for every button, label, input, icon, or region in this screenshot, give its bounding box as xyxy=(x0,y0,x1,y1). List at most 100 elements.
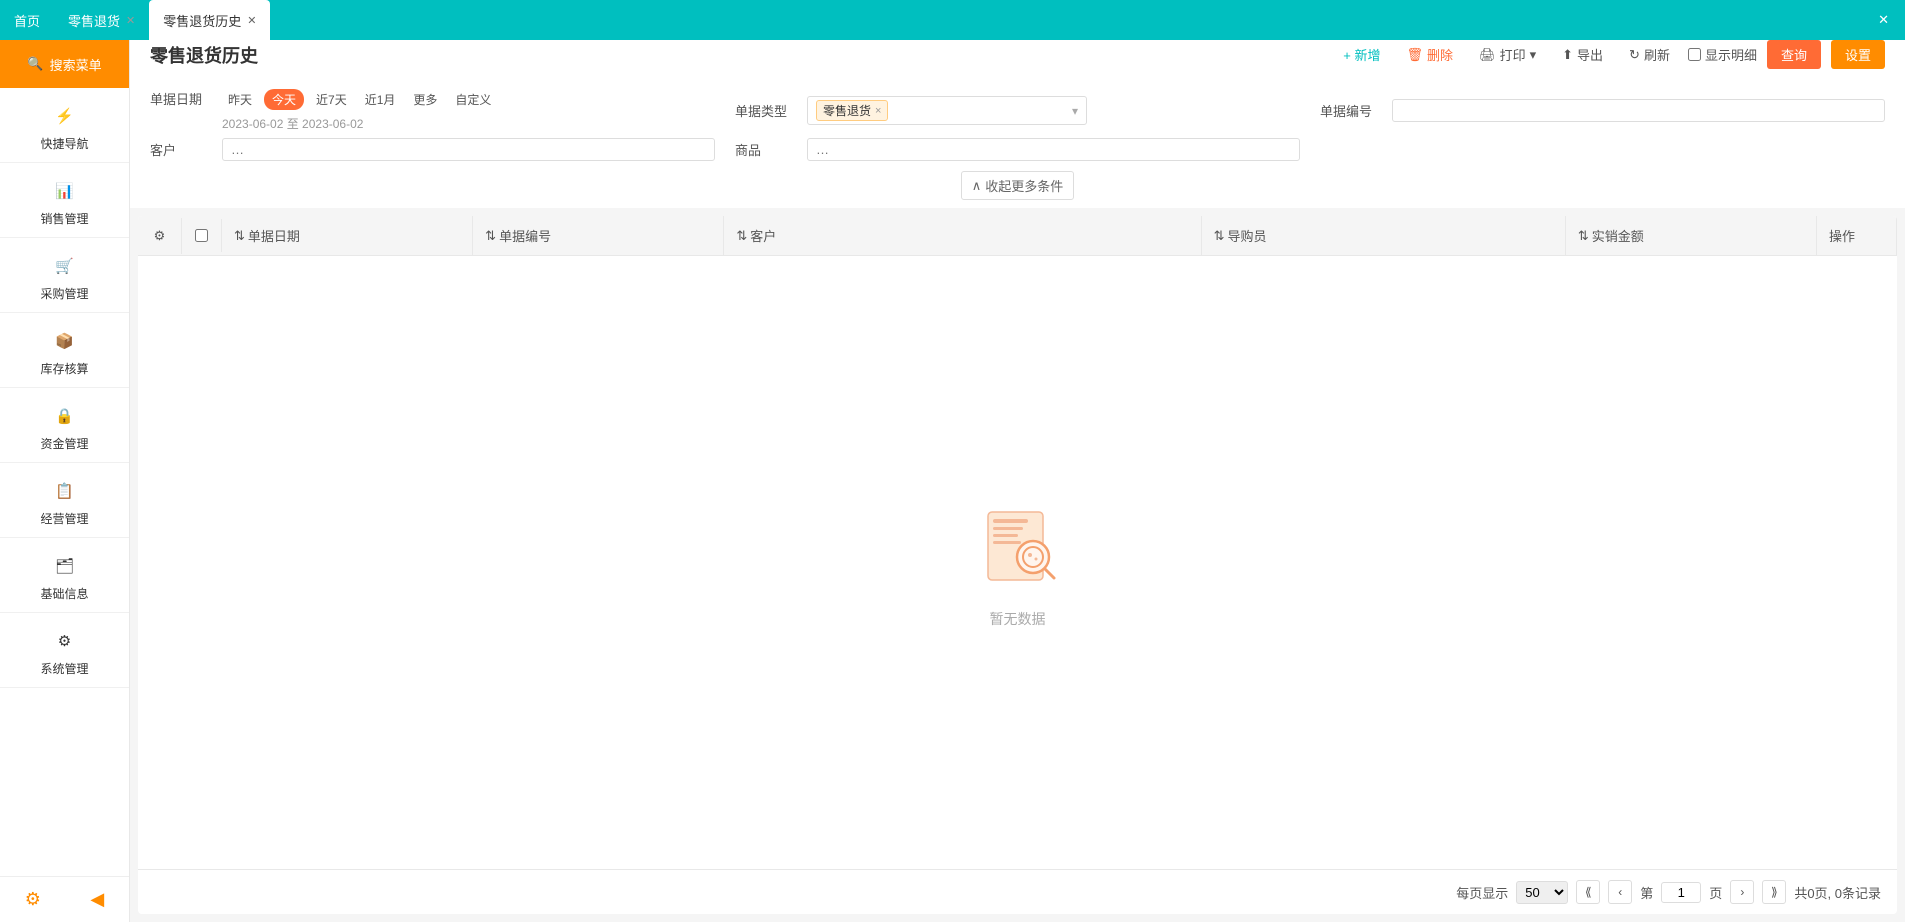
refresh-button[interactable]: ↻ 刷新 xyxy=(1621,41,1678,68)
search-icon: 🔍 xyxy=(27,56,43,72)
th-date[interactable]: ⇅ 单据日期 xyxy=(222,216,473,255)
settings-col-icon: ⚙ xyxy=(154,228,166,244)
tab-home[interactable]: 首页 xyxy=(0,0,54,40)
filter-row-1: 单据日期 昨天 今天 近7天 近1月 更多 自定义 2023-06-02 至 2… xyxy=(150,89,1885,132)
sort-guide-icon: ⇅ xyxy=(1214,228,1225,244)
filter-row-2: 客户 商品 xyxy=(150,138,1885,161)
new-button[interactable]: + 新增 xyxy=(1335,41,1388,68)
collapse-btn-wrapper: ∧ 收起更多条件 xyxy=(150,161,1885,202)
th-checkbox[interactable] xyxy=(182,219,222,252)
query-button[interactable]: 查询 xyxy=(1767,40,1821,69)
setting-button[interactable]: 设置 xyxy=(1831,40,1885,69)
collapse-sidebar-icon[interactable]: ◀ xyxy=(90,889,104,910)
sort-customer-icon: ⇅ xyxy=(736,228,747,244)
close-retail-return-history-tab[interactable]: ✕ xyxy=(247,14,256,27)
page-size-select[interactable]: 50 10 20 100 xyxy=(1516,881,1568,904)
page-header-top: 零售退货历史 + 新增 🗑 删除 🖨 打印 ▾ ⬆ 导出 xyxy=(150,40,1885,69)
sort-date-icon: ⇅ xyxy=(234,228,245,244)
collapse-icon: ∧ xyxy=(972,178,982,194)
doc-type-select[interactable]: 零售退货 × ▾ xyxy=(807,96,1087,125)
table-container: ⚙ ⇅ 单据日期 ⇅ 单据编号 ⇅ 客户 ⇅ xyxy=(138,216,1897,914)
tab-retail-return[interactable]: 零售退货 ✕ xyxy=(54,0,149,40)
delete-button[interactable]: 🗑 删除 xyxy=(1399,41,1462,68)
system-mgmt-icon: ⚙ xyxy=(51,627,79,655)
date-buttons: 昨天 今天 近7天 近1月 更多 自定义 xyxy=(222,89,497,110)
date-btn-1month[interactable]: 近1月 xyxy=(359,89,402,110)
date-btn-yesterday[interactable]: 昨天 xyxy=(222,89,258,110)
doc-type-filter-group: 单据类型 零售退货 × ▾ xyxy=(735,96,1300,125)
print-icon: 🖨 xyxy=(1479,47,1496,63)
doc-type-label: 单据类型 xyxy=(735,101,799,120)
basic-info-icon: 🗂 xyxy=(51,552,79,580)
sidebar-item-finance[interactable]: 🔒 资金管理 xyxy=(0,388,129,463)
doc-type-dropdown-icon: ▾ xyxy=(1072,104,1078,118)
date-btn-custom[interactable]: 自定义 xyxy=(449,89,497,110)
page-first-button[interactable]: ⟪ xyxy=(1576,880,1600,904)
sidebar-item-sales-mgmt[interactable]: 📊 销售管理 xyxy=(0,163,129,238)
top-bar: 首页 零售退货 ✕ 零售退货历史 ✕ ✕ xyxy=(0,0,1905,40)
collapse-filters-button[interactable]: ∧ 收起更多条件 xyxy=(961,171,1075,200)
sidebar-bottom: ⚙ ◀ xyxy=(0,876,129,922)
th-customer[interactable]: ⇅ 客户 xyxy=(724,216,1201,255)
goods-input[interactable] xyxy=(807,138,1300,161)
date-filter-label: 单据日期 xyxy=(150,89,214,108)
page-header-section: 零售退货历史 + 新增 🗑 删除 🖨 打印 ▾ ⬆ 导出 xyxy=(130,40,1905,208)
date-btn-7days[interactable]: 近7天 xyxy=(310,89,353,110)
close-retail-return-tab[interactable]: ✕ xyxy=(126,14,135,27)
select-all-checkbox[interactable] xyxy=(195,229,208,242)
toolbar: + 新增 🗑 删除 🖨 打印 ▾ ⬆ 导出 ↻ xyxy=(1335,40,1885,69)
th-amount[interactable]: ⇅ 实销金额 xyxy=(1566,216,1817,255)
inventory-icon: 📦 xyxy=(51,327,79,355)
show-detail-checkbox[interactable] xyxy=(1688,48,1701,61)
table-header: ⚙ ⇅ 单据日期 ⇅ 单据编号 ⇅ 客户 ⇅ xyxy=(138,216,1897,256)
settings-bottom-icon[interactable]: ⚙ xyxy=(25,889,41,910)
page-next-button[interactable]: › xyxy=(1730,880,1754,904)
sidebar: 🔍 搜索菜单 ⚡ 快捷导航 📊 销售管理 🛒 采购管理 📦 库存核算 🔒 资金管… xyxy=(0,40,130,922)
total-info: 共0页, 0条记录 xyxy=(1794,883,1881,902)
th-guide[interactable]: ⇅ 导购员 xyxy=(1202,216,1566,255)
sidebar-item-basic-info[interactable]: 🗂 基础信息 xyxy=(0,538,129,613)
pagination: 每页显示 50 10 20 100 ⟪ ‹ 第 页 › ⟫ 共0页, 0条记录 xyxy=(138,869,1897,914)
page-title: 零售退货历史 xyxy=(150,42,258,68)
sidebar-item-purchase-mgmt[interactable]: 🛒 采购管理 xyxy=(0,238,129,313)
empty-text: 暂无数据 xyxy=(990,609,1046,629)
print-button[interactable]: 🖨 打印 ▾ xyxy=(1471,41,1544,68)
page-label-post: 页 xyxy=(1709,883,1722,902)
th-doc-num[interactable]: ⇅ 单据编号 xyxy=(473,216,724,255)
sidebar-item-quick-nav[interactable]: ⚡ 快捷导航 xyxy=(0,88,129,163)
sidebar-item-system-mgmt[interactable]: ⚙ 系统管理 xyxy=(0,613,129,688)
customer-label: 客户 xyxy=(150,140,214,159)
sort-docnum-icon: ⇅ xyxy=(485,228,496,244)
print-dropdown-icon: ▾ xyxy=(1530,47,1537,63)
empty-state: 暂无数据 xyxy=(138,256,1897,869)
export-icon: ⬆ xyxy=(1562,47,1573,63)
doc-type-tag-close[interactable]: × xyxy=(875,105,881,117)
purchase-mgmt-icon: 🛒 xyxy=(51,252,79,280)
main-layout: 🔍 搜索菜单 ⚡ 快捷导航 📊 销售管理 🛒 采购管理 📦 库存核算 🔒 资金管… xyxy=(0,40,1905,922)
sidebar-search[interactable]: 🔍 搜索菜单 xyxy=(0,40,129,88)
page-prev-button[interactable]: ‹ xyxy=(1608,880,1632,904)
empty-illustration xyxy=(968,497,1068,597)
date-btn-today[interactable]: 今天 xyxy=(264,89,304,110)
show-detail-checkbox-label[interactable]: 显示明细 xyxy=(1688,45,1757,64)
operations-icon: 📋 xyxy=(51,477,79,505)
delete-icon: 🗑 xyxy=(1407,47,1424,63)
finance-icon: 🔒 xyxy=(51,402,79,430)
th-ops: 操作 xyxy=(1817,216,1897,255)
sort-amount-icon: ⇅ xyxy=(1578,228,1589,244)
doc-num-input[interactable] xyxy=(1392,99,1885,122)
refresh-icon: ↻ xyxy=(1629,47,1640,63)
page-last-button[interactable]: ⟫ xyxy=(1762,880,1786,904)
date-btn-more[interactable]: 更多 xyxy=(407,89,443,110)
page-number-input[interactable] xyxy=(1661,882,1701,903)
window-close-button[interactable]: ✕ xyxy=(1878,12,1905,28)
sidebar-item-operations[interactable]: 📋 经营管理 xyxy=(0,463,129,538)
sidebar-item-inventory[interactable]: 📦 库存核算 xyxy=(0,313,129,388)
doc-num-label: 单据编号 xyxy=(1320,101,1384,120)
customer-input[interactable] xyxy=(222,138,715,161)
quick-nav-icon: ⚡ xyxy=(51,102,79,130)
page-label-pre: 第 xyxy=(1640,883,1653,902)
th-settings[interactable]: ⚙ xyxy=(138,218,182,254)
tab-retail-return-history[interactable]: 零售退货历史 ✕ xyxy=(149,0,270,40)
export-button[interactable]: ⬆ 导出 xyxy=(1554,41,1611,68)
